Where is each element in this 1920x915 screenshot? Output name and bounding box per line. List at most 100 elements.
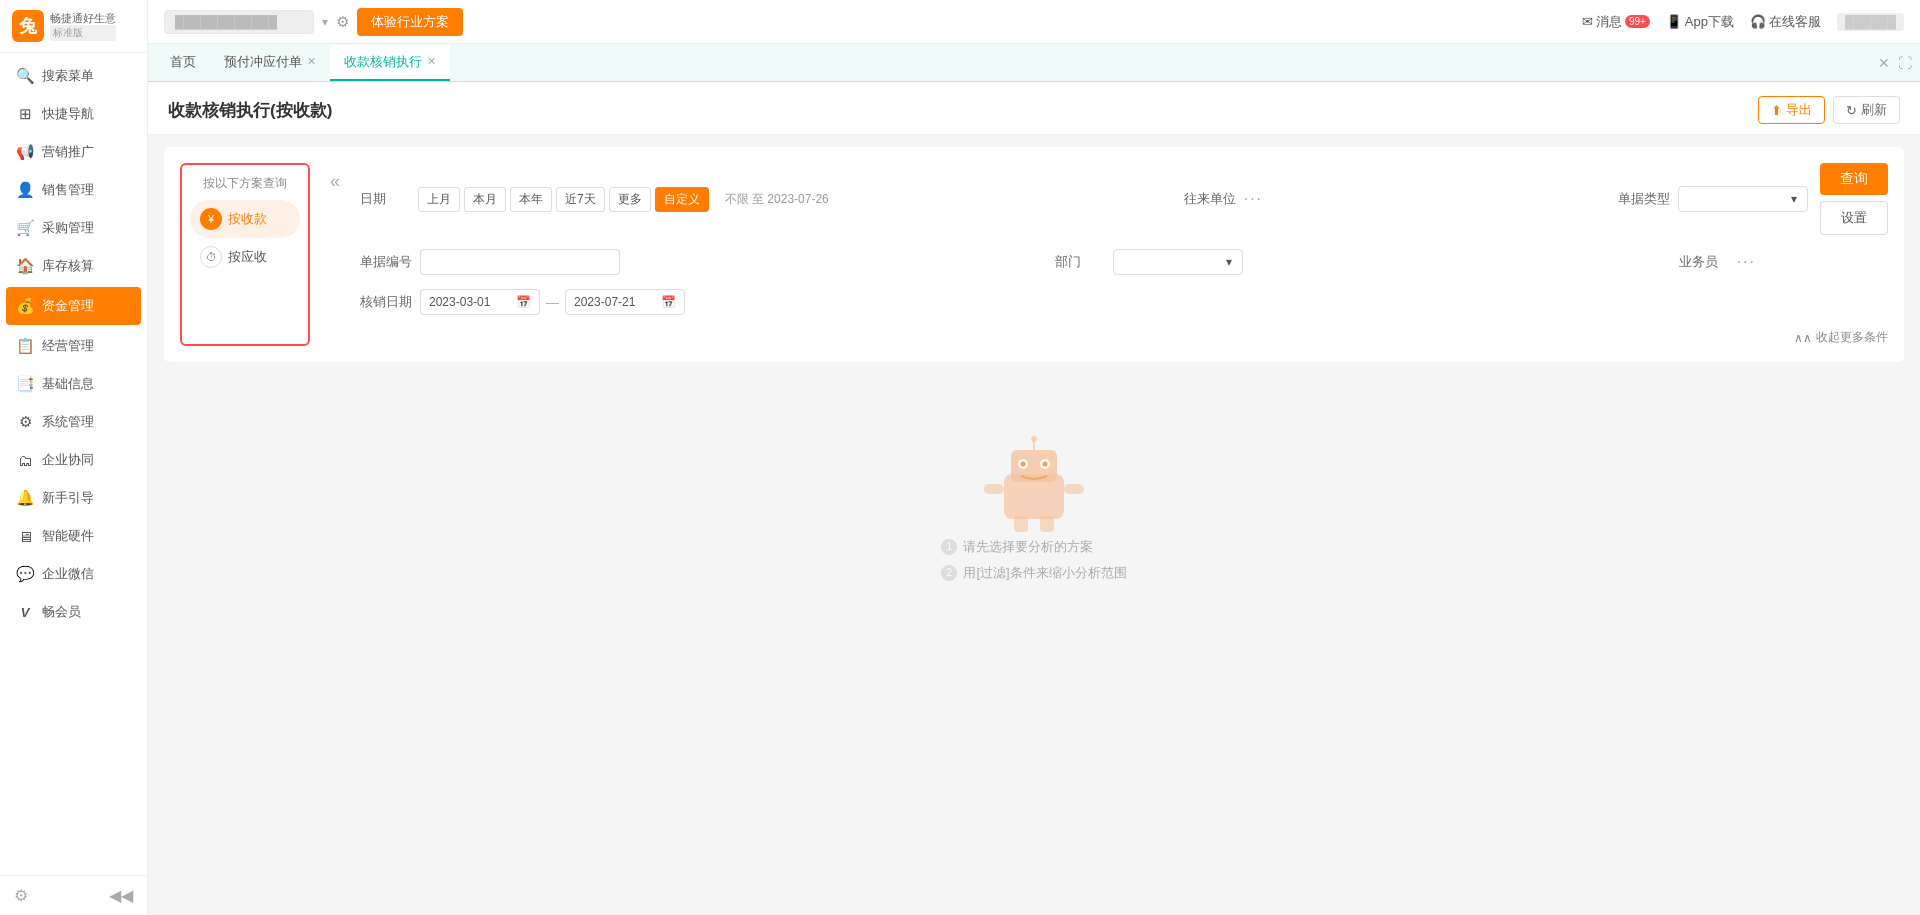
svg-rect-9 xyxy=(1040,516,1054,532)
date-btn-custom[interactable]: 自定义 xyxy=(655,187,709,212)
export-label: 导出 xyxy=(1786,101,1812,119)
sidebar-item-label: 企业协同 xyxy=(42,451,94,469)
docno-label: 单据编号 xyxy=(360,253,412,271)
filter-panel: 按以下方案查询 ¥ 按收款 ⏱ 按应收 « 日期 xyxy=(164,147,1904,362)
tip-text-1: 请先选择要分析的方案 xyxy=(963,534,1093,560)
date-btn-7days[interactable]: 近7天 xyxy=(556,187,605,212)
tabs-bar: 首页 预付冲应付单 ✕ 收款核销执行 ✕ ✕ ⛶ xyxy=(148,44,1920,82)
collapse-label: 收起更多条件 xyxy=(1816,329,1888,346)
svg-point-4 xyxy=(1021,462,1026,467)
wechat-icon: 💬 xyxy=(16,565,34,583)
dept-label: 部门 xyxy=(1055,253,1105,271)
topbar-search-box: ████████████ xyxy=(164,10,314,34)
dept-select[interactable]: ▾ xyxy=(1113,249,1243,275)
counterparty-selector[interactable]: ··· xyxy=(1244,190,1263,208)
date-btn-this-year[interactable]: 本年 xyxy=(510,187,552,212)
topbar-dropdown-icon[interactable]: ▾ xyxy=(322,15,328,29)
sidebar-item-marketing[interactable]: 📢 营销推广 xyxy=(0,133,147,171)
close-tab-icon[interactable]: ✕ xyxy=(1878,55,1890,71)
collapse-more-conditions[interactable]: ∧∧ 收起更多条件 xyxy=(360,329,1888,346)
online-service-label: 在线客服 xyxy=(1769,13,1821,31)
verify-date-label: 核销日期 xyxy=(360,293,412,311)
app-download-button[interactable]: 📱 App下载 xyxy=(1666,13,1734,31)
calendar-start-icon: 📅 xyxy=(516,295,531,309)
empty-tip-2: 2 用[过滤]条件来缩小分析范围 xyxy=(941,560,1126,586)
search-menu-icon: 🔍 xyxy=(16,67,34,85)
doctype-select[interactable]: ▾ xyxy=(1678,186,1808,212)
sidebar-item-system[interactable]: ⚙ 系统管理 xyxy=(0,403,147,441)
date-no-limit-text: 不限 至 2023-07-26 xyxy=(725,191,829,208)
sidebar-item-basic-info[interactable]: 📑 基础信息 xyxy=(0,365,147,403)
filter-sidebar-title: 按以下方案查询 xyxy=(190,175,300,192)
member-icon: V xyxy=(16,605,34,620)
sidebar-item-wechat[interactable]: 💬 企业微信 xyxy=(0,555,147,593)
industry-solution-button[interactable]: 体验行业方案 xyxy=(357,8,463,36)
app-name: 畅捷通好生意 xyxy=(50,11,116,25)
sidebar-item-label: 搜索菜单 xyxy=(42,67,94,85)
sidebar-item-label: 基础信息 xyxy=(42,375,94,393)
sidebar-item-search-menu[interactable]: 🔍 搜索菜单 xyxy=(0,57,147,95)
export-icon: ⬆ xyxy=(1771,103,1782,118)
empty-state: 1 请先选择要分析的方案 2 用[过滤]条件来缩小分析范围 xyxy=(148,374,1920,646)
finance-icon: 💰 xyxy=(16,297,34,315)
svg-point-11 xyxy=(1031,436,1037,442)
online-service-button[interactable]: 🎧 在线客服 xyxy=(1750,13,1821,31)
refresh-label: 刷新 xyxy=(1861,101,1887,119)
sidebar-item-guide[interactable]: 🔔 新手引导 xyxy=(0,479,147,517)
guide-icon: 🔔 xyxy=(16,489,34,507)
tab-prepay-close-icon[interactable]: ✕ xyxy=(307,55,316,68)
sidebar-item-hardware[interactable]: 🖥 智能硬件 xyxy=(0,517,147,555)
sidebar-item-finance[interactable]: 💰 资金管理 xyxy=(6,287,141,325)
date-btn-more[interactable]: 更多 xyxy=(609,187,651,212)
date-btn-last-month[interactable]: 上月 xyxy=(418,187,460,212)
sidebar-bottom: ⚙ ◀◀ xyxy=(0,875,147,915)
app-download-icon: 📱 xyxy=(1666,14,1682,29)
empty-tip-1: 1 请先选择要分析的方案 xyxy=(941,534,1126,560)
topbar-gear-icon[interactable]: ⚙ xyxy=(336,13,349,31)
collapse-filter-button[interactable]: « xyxy=(326,171,344,192)
main-wrapper: ████████████ ▾ ⚙ 体验行业方案 ✉ 消息 99+ 📱 App下载… xyxy=(148,0,1920,915)
tab-receipts[interactable]: 收款核销执行 ✕ xyxy=(330,45,450,81)
settings-icon[interactable]: ⚙ xyxy=(14,886,28,905)
sidebar-item-member[interactable]: V 畅会员 xyxy=(0,593,147,631)
empty-tips: 1 请先选择要分析的方案 2 用[过滤]条件来缩小分析范围 xyxy=(941,534,1126,586)
refresh-button[interactable]: ↻ 刷新 xyxy=(1833,96,1900,124)
date-btn-this-month[interactable]: 本月 xyxy=(464,187,506,212)
filter-row-2: 单据编号 部门 ▾ 业务员 ··· xyxy=(360,249,1888,275)
maximize-tab-icon[interactable]: ⛶ xyxy=(1898,55,1912,71)
export-button[interactable]: ⬆ 导出 xyxy=(1758,96,1825,124)
filter-option-by-receipt[interactable]: ¥ 按收款 xyxy=(190,200,300,238)
staff-selector[interactable]: ··· xyxy=(1737,253,1756,271)
verify-date-start-input[interactable]: 2023-03-01 📅 xyxy=(420,289,540,315)
tabs-actions: ✕ ⛶ xyxy=(1878,55,1912,71)
docno-input[interactable] xyxy=(420,249,620,275)
sidebar-item-inventory[interactable]: 🏠 库存核算 xyxy=(0,247,147,285)
tip-text-2: 用[过滤]条件来缩小分析范围 xyxy=(963,560,1126,586)
page-title: 收款核销执行(按收款) xyxy=(168,99,332,122)
message-button[interactable]: ✉ 消息 99+ xyxy=(1582,13,1650,31)
tab-prepay[interactable]: 预付冲应付单 ✕ xyxy=(210,45,330,81)
svg-point-5 xyxy=(1043,462,1048,467)
refresh-icon: ↻ xyxy=(1846,103,1857,118)
tab-receipts-close-icon[interactable]: ✕ xyxy=(427,55,436,68)
sidebar-item-enterprise[interactable]: 🗂 企业协同 xyxy=(0,441,147,479)
filter-option-by-receivable[interactable]: ⏱ 按应收 xyxy=(190,238,300,276)
sidebar-item-purchase[interactable]: 🛒 采购管理 xyxy=(0,209,147,247)
tab-home[interactable]: 首页 xyxy=(156,45,210,81)
date-buttons: 上月 本月 本年 近7天 更多 自定义 xyxy=(418,187,709,212)
sidebar-item-ops[interactable]: 📋 经营管理 xyxy=(0,327,147,365)
counterparty-label: 往来单位 xyxy=(1184,190,1236,208)
query-button[interactable]: 查询 xyxy=(1820,163,1888,195)
topbar-right: ✉ 消息 99+ 📱 App下载 🎧 在线客服 ██████ xyxy=(1582,13,1904,31)
sidebar-item-label: 采购管理 xyxy=(42,219,94,237)
hardware-icon: 🖥 xyxy=(16,528,34,545)
date-label: 日期 xyxy=(360,190,410,208)
collapse-sidebar-icon[interactable]: ◀◀ xyxy=(109,886,133,905)
setting-button[interactable]: 设置 xyxy=(1820,201,1888,235)
verify-date-end-input[interactable]: 2023-07-21 📅 xyxy=(565,289,685,315)
by-receipt-label: 按收款 xyxy=(228,210,267,228)
sidebar-item-quick-nav[interactable]: ⊞ 快捷导航 xyxy=(0,95,147,133)
sidebar-item-sales[interactable]: 👤 销售管理 xyxy=(0,171,147,209)
filter-row-3: 核销日期 2023-03-01 📅 — 2023-07-21 📅 xyxy=(360,289,1888,315)
sidebar-item-label: 智能硬件 xyxy=(42,527,94,545)
